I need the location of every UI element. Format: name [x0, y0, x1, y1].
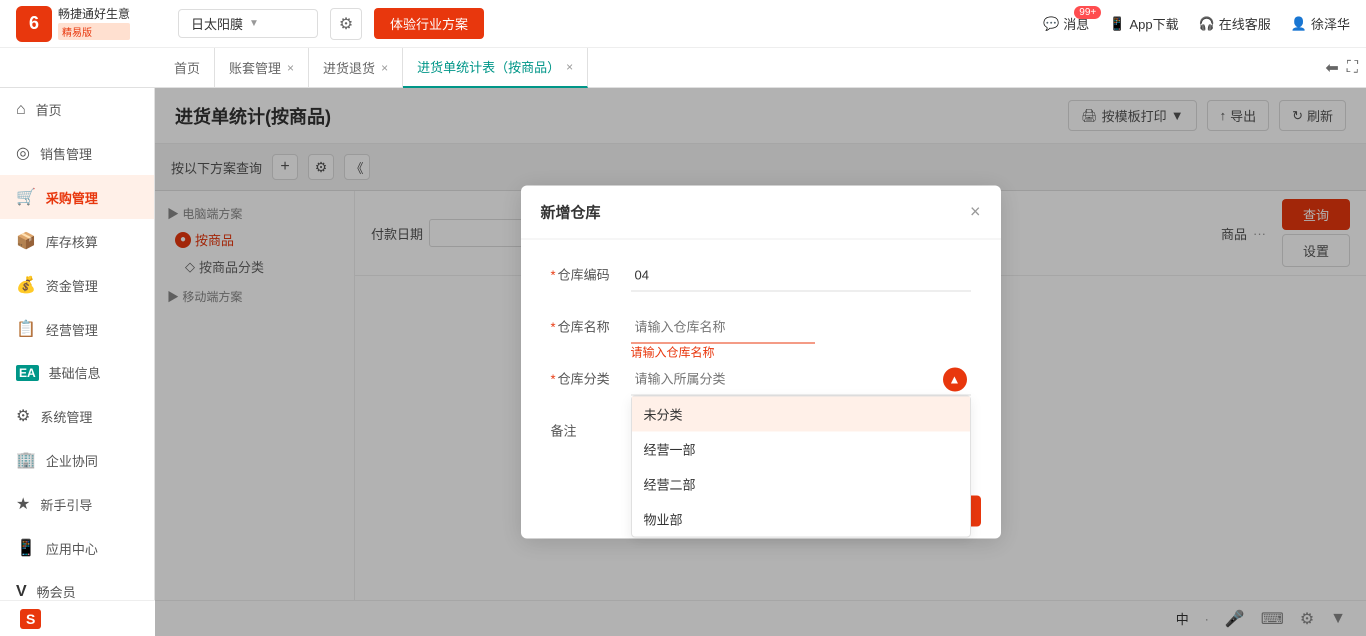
- content-area: 进货单统计(按商品) 🖨 按模板打印 ▼ ↑ 导出 ↻ 刷新 按以下方案查询: [155, 88, 1366, 636]
- tab-home[interactable]: 首页: [160, 48, 215, 88]
- tab-bar: 首页 账套管理 × 进货退货 × 进货单统计表（按商品） × ⬅ ⛶: [0, 48, 1366, 88]
- sidebar-item-sales[interactable]: ◎ 销售管理: [0, 131, 154, 175]
- enterprise-icon: 🏢: [16, 450, 36, 470]
- tab-purchase-return-close[interactable]: ×: [381, 61, 388, 75]
- tab-account-label: 账套管理: [229, 58, 281, 77]
- headset-icon: 🎧: [1199, 16, 1215, 32]
- gear-icon: ⚙: [339, 14, 353, 34]
- sidebar-label-system: 系统管理: [40, 407, 92, 426]
- tab-home-label: 首页: [174, 58, 200, 77]
- sidebar-item-basic[interactable]: EA 基础信息: [0, 351, 154, 394]
- tab-purchase-stat-label: 进货单统计表（按商品）: [417, 57, 560, 76]
- warehouse-code-label: *仓库编码: [551, 260, 631, 292]
- warehouse-code-input[interactable]: [631, 260, 971, 292]
- member-icon: V: [16, 583, 27, 601]
- message-button[interactable]: 💬 消息 99+: [1043, 14, 1089, 33]
- tab-purchase-stat[interactable]: 进货单统计表（按商品） ×: [403, 48, 588, 88]
- user-menu[interactable]: 👤 徐泽华: [1291, 14, 1350, 33]
- category-dropdown-toggle[interactable]: ▲: [943, 368, 967, 392]
- sidebar-label-guide: 新手引导: [40, 495, 92, 514]
- system-icon: ⚙: [16, 406, 30, 426]
- tab-prev-icon[interactable]: ⬅: [1325, 58, 1338, 78]
- store-selector[interactable]: 日太阳膜 ▼: [178, 9, 318, 38]
- sidebar-label-finance: 资金管理: [46, 276, 98, 295]
- dropdown-item-dept2[interactable]: 经营二部: [632, 467, 970, 502]
- app-download-button[interactable]: 📱 App下载: [1109, 14, 1178, 33]
- sidebar-item-inventory[interactable]: 📦 库存核算: [0, 219, 154, 263]
- inventory-icon: 📦: [16, 231, 36, 251]
- warehouse-category-row: *仓库分类 ▲ 未分类 经营一部 经营二部 物业部: [551, 364, 971, 396]
- tab-account[interactable]: 账套管理 ×: [215, 48, 309, 88]
- dropdown-item-dept1[interactable]: 经营一部: [632, 432, 970, 467]
- dropdown-item-none[interactable]: 未分类: [632, 397, 970, 432]
- user-icon: 👤: [1291, 16, 1307, 32]
- sidebar-label-sales: 销售管理: [40, 144, 92, 163]
- category-dropdown: 未分类 经营一部 经营二部 物业部: [631, 396, 971, 538]
- main-layout: ⌂ 首页 ◎ 销售管理 🛒 采购管理 📦 库存核算 💰 资金管理 📋 经营管理 …: [0, 88, 1366, 636]
- dialog-title: 新增仓库: [541, 202, 601, 223]
- warehouse-name-row: *仓库名称 请输入仓库名称: [551, 312, 971, 344]
- warehouse-category-label: *仓库分类: [551, 364, 631, 396]
- sidebar-item-system[interactable]: ⚙ 系统管理: [0, 394, 154, 438]
- logo-text-line1: 畅捷通好生意: [58, 7, 130, 23]
- warehouse-category-select-wrapper: ▲ 未分类 经营一部 经营二部 物业部: [631, 364, 971, 396]
- operation-icon: 📋: [16, 319, 36, 339]
- logo-text-line2: 精易版: [58, 23, 130, 40]
- warehouse-name-error-tip: 请输入仓库名称: [631, 344, 715, 361]
- sidebar-item-operation[interactable]: 📋 经营管理: [0, 307, 154, 351]
- purchase-icon: 🛒: [16, 187, 36, 207]
- user-name: 徐泽华: [1311, 14, 1350, 33]
- warehouse-category-input[interactable]: [631, 364, 971, 396]
- phone-icon: 📱: [1109, 16, 1125, 32]
- sidebar-label-appstore: 应用中心: [46, 539, 98, 558]
- sidebar-label-purchase: 采购管理: [46, 188, 98, 207]
- tab-bar-right: ⬅ ⛶: [1325, 58, 1366, 78]
- dialog-close-button[interactable]: ×: [970, 202, 981, 223]
- warehouse-name-label: *仓库名称: [551, 312, 631, 344]
- s-logo: S: [20, 609, 41, 629]
- sidebar-label-home: 首页: [36, 100, 62, 119]
- sidebar-label-inventory: 库存核算: [46, 232, 98, 251]
- basic-icon: EA: [16, 365, 39, 381]
- trial-button[interactable]: 体验行业方案: [374, 8, 484, 39]
- add-warehouse-dialog: 新增仓库 × *仓库编码 *仓库名称: [521, 186, 1001, 539]
- sidebar-item-enterprise[interactable]: 🏢 企业协同: [0, 438, 154, 482]
- sidebar-item-home[interactable]: ⌂ 首页: [0, 88, 154, 131]
- sidebar-item-appstore[interactable]: 📱 应用中心: [0, 526, 154, 570]
- logo-icon: 6: [16, 6, 52, 42]
- settings-button[interactable]: ⚙: [330, 8, 362, 40]
- finance-icon: 💰: [16, 275, 36, 295]
- warehouse-code-row: *仓库编码: [551, 260, 971, 292]
- store-dropdown-arrow: ▼: [249, 18, 259, 29]
- sales-icon: ◎: [16, 143, 30, 163]
- sidebar: ⌂ 首页 ◎ 销售管理 🛒 采购管理 📦 库存核算 💰 资金管理 📋 经营管理 …: [0, 88, 155, 636]
- guide-icon: ★: [16, 494, 30, 514]
- top-bar: 6 畅捷通好生意 精易版 日太阳膜 ▼ ⚙ 体验行业方案 💬 消息 99+ 📱 …: [0, 0, 1366, 48]
- tab-purchase-stat-close[interactable]: ×: [566, 60, 573, 74]
- sidebar-item-guide[interactable]: ★ 新手引导: [0, 482, 154, 526]
- home-icon: ⌂: [16, 101, 26, 119]
- appstore-icon: 📱: [16, 538, 36, 558]
- notes-label: 备注: [551, 416, 631, 448]
- dialog-header: 新增仓库 ×: [521, 186, 1001, 240]
- sidebar-label-member: 畅会员: [37, 582, 76, 601]
- tab-account-close[interactable]: ×: [287, 61, 294, 75]
- warehouse-name-input[interactable]: [631, 312, 815, 344]
- online-service-button[interactable]: 🎧 在线客服: [1199, 14, 1271, 33]
- sidebar-label-operation: 经营管理: [46, 320, 98, 339]
- logo-area: 6 畅捷通好生意 精易版: [16, 6, 166, 42]
- sidebar-item-finance[interactable]: 💰 资金管理: [0, 263, 154, 307]
- sidebar-label-enterprise: 企业协同: [46, 451, 98, 470]
- dropdown-item-property[interactable]: 物业部: [632, 502, 970, 537]
- tab-fullscreen-icon[interactable]: ⛶: [1347, 59, 1358, 77]
- dialog-body: *仓库编码 *仓库名称 请输入仓库名称: [521, 240, 1001, 484]
- store-name: 日太阳膜: [191, 14, 243, 33]
- sidebar-item-purchase[interactable]: 🛒 采购管理: [0, 175, 154, 219]
- tab-purchase-return[interactable]: 进货退货 ×: [309, 48, 403, 88]
- message-badge: 99+: [1074, 6, 1101, 19]
- sidebar-label-basic: 基础信息: [49, 363, 101, 382]
- top-bar-right: 💬 消息 99+ 📱 App下载 🎧 在线客服 👤 徐泽华: [1043, 14, 1350, 33]
- tab-purchase-return-label: 进货退货: [323, 58, 375, 77]
- message-icon: 💬: [1043, 16, 1059, 32]
